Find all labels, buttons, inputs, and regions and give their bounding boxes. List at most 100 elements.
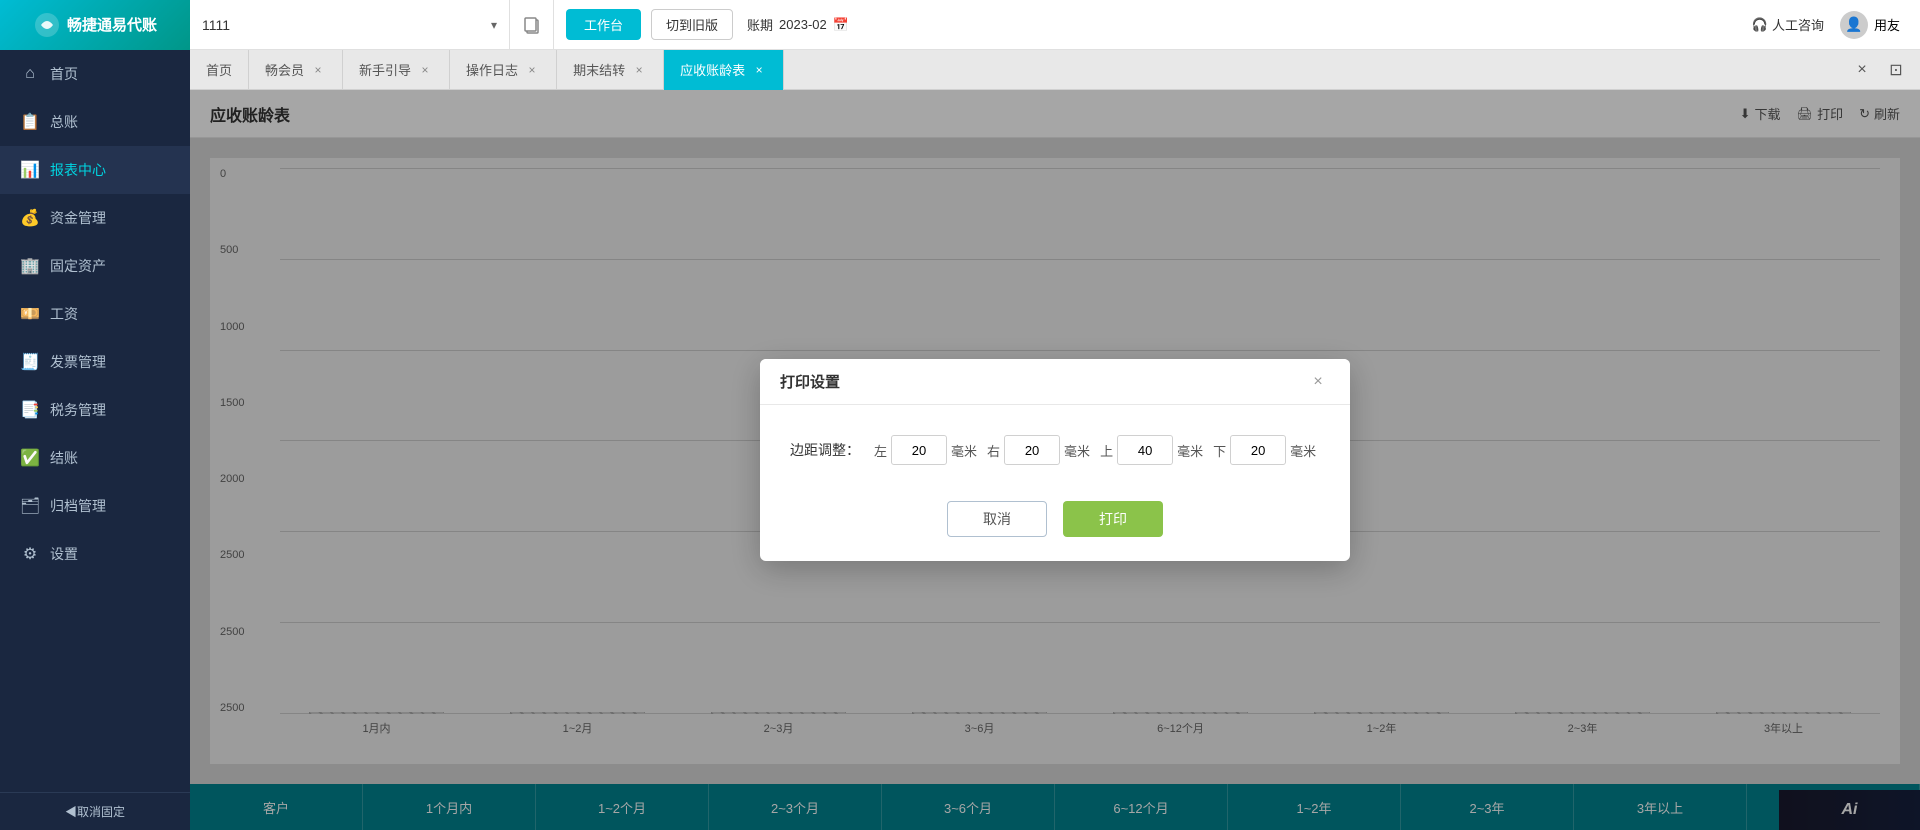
margin-top-group: 上 毫米 xyxy=(1100,435,1203,465)
sidebar-item-archive[interactable]: 🗂 归档管理 xyxy=(0,482,190,530)
headset-icon: 🎧 xyxy=(1752,17,1768,33)
app-name: 畅捷通易代账 xyxy=(67,14,157,35)
page-content: 应收账龄表 ⬇ 下载 🖨 打印 ↻ 刷新 xyxy=(190,90,1920,830)
left-margin-input[interactable] xyxy=(891,435,947,465)
top-unit: 毫米 xyxy=(1177,441,1203,460)
tab-yearend-close[interactable]: × xyxy=(631,62,647,78)
sidebar-item-label: 结账 xyxy=(50,448,78,468)
finance-icon: 💰 xyxy=(20,208,40,228)
tab-log-label: 操作日志 xyxy=(466,60,518,79)
bottom-label: 下 xyxy=(1213,441,1226,460)
sidebar-item-label: 固定资产 xyxy=(50,256,106,276)
tab-home-label: 首页 xyxy=(206,60,232,79)
top-margin-input[interactable] xyxy=(1117,435,1173,465)
bottom-margin-input[interactable] xyxy=(1230,435,1286,465)
modal-body: 边距调整： 左 毫米 右 毫米 xyxy=(760,405,1350,485)
home-icon: ⌂ xyxy=(20,65,40,83)
sidebar-item-label: 资金管理 xyxy=(50,208,106,228)
bottom-unit: 毫米 xyxy=(1290,441,1316,460)
print-confirm-button[interactable]: 打印 xyxy=(1063,501,1163,537)
left-unit: 毫米 xyxy=(951,441,977,460)
company-name: 1111 xyxy=(202,17,483,33)
archive-icon: 🗂 xyxy=(20,496,40,516)
tab-member[interactable]: 畅会员 × xyxy=(249,50,343,90)
tab-aging-label: 应收账龄表 xyxy=(680,60,745,79)
sidebar-item-home[interactable]: ⌂ 首页 xyxy=(0,50,190,98)
sidebar-item-label: 报表中心 xyxy=(50,160,106,180)
main-layout: ⌂ 首页 📋 总账 📊 报表中心 💰 资金管理 🏢 固定资产 💴 工资 xyxy=(0,50,1920,830)
sidebar-item-settings[interactable]: ⚙ 设置 xyxy=(0,530,190,578)
tabs-actions: × ⊡ xyxy=(1846,54,1920,86)
chevron-down-icon: ▾ xyxy=(491,18,497,32)
sidebar-item-finance[interactable]: 💰 资金管理 xyxy=(0,194,190,242)
tab-log-close[interactable]: × xyxy=(524,62,540,78)
copy-icon[interactable] xyxy=(510,0,554,50)
sidebar-item-label: 归档管理 xyxy=(50,496,106,516)
margin-bottom-group: 下 毫米 xyxy=(1213,435,1316,465)
tab-guide[interactable]: 新手引导 × xyxy=(343,50,450,90)
tab-yearend[interactable]: 期末结转 × xyxy=(557,50,664,90)
workbench-button[interactable]: 工作台 xyxy=(566,9,641,40)
sidebar-collapse-button[interactable]: ◀取消固定 xyxy=(0,792,190,830)
consult-button[interactable]: 🎧 人工咨询 xyxy=(1752,15,1824,34)
tab-aging[interactable]: 应收账龄表 × xyxy=(664,50,784,90)
company-selector[interactable]: 1111 ▾ xyxy=(190,0,510,50)
right-margin-input[interactable] xyxy=(1004,435,1060,465)
sidebar-item-assets[interactable]: 🏢 固定资产 xyxy=(0,242,190,290)
period-label: 账期 xyxy=(747,15,773,34)
modal-close-button[interactable]: × xyxy=(1306,370,1330,394)
period-info: 账期 2023-02 📅 xyxy=(747,15,849,34)
logo: 畅捷通易代账 xyxy=(0,0,190,50)
tab-guide-label: 新手引导 xyxy=(359,60,411,79)
sidebar-item-ledger[interactable]: 📋 总账 xyxy=(0,98,190,146)
tab-expand-button[interactable]: ⊡ xyxy=(1880,54,1912,86)
invoice-icon: 🧾 xyxy=(20,352,40,372)
sidebar-item-tax[interactable]: 📑 税务管理 xyxy=(0,386,190,434)
avatar: 👤 xyxy=(1840,11,1868,39)
right-label: 右 xyxy=(987,441,1000,460)
header-right: 🎧 人工咨询 👤 用友 xyxy=(1752,11,1920,39)
period-value: 2023-02 xyxy=(779,17,827,32)
modal-header: 打印设置 × xyxy=(760,359,1350,405)
margin-left-group: 左 毫米 xyxy=(874,435,977,465)
settings-icon: ⚙ xyxy=(20,544,40,564)
logo-icon xyxy=(33,11,61,39)
tab-close-all-button[interactable]: × xyxy=(1846,54,1878,86)
calendar-icon[interactable]: 📅 xyxy=(833,17,849,33)
sidebar-item-invoice[interactable]: 🧾 发票管理 xyxy=(0,338,190,386)
sidebar-scroll: ⌂ 首页 📋 总账 📊 报表中心 💰 资金管理 🏢 固定资产 💴 工资 xyxy=(0,50,190,792)
right-unit: 毫米 xyxy=(1064,441,1090,460)
tabs-bar: 首页 畅会员 × 新手引导 × 操作日志 × 期末结转 × 应收账龄表 × xyxy=(190,50,1920,90)
header: 畅捷通易代账 1111 ▾ 工作台 切到旧版 账期 2023-02 📅 🎧 人工… xyxy=(0,0,1920,50)
user-info[interactable]: 👤 用友 xyxy=(1840,11,1900,39)
collapse-label: ◀取消固定 xyxy=(65,803,125,820)
cancel-button[interactable]: 取消 xyxy=(947,501,1047,537)
modal-overlay: 打印设置 × 边距调整： 左 毫米 右 xyxy=(190,90,1920,830)
tab-member-close[interactable]: × xyxy=(310,62,326,78)
margin-label: 边距调整： xyxy=(790,440,860,460)
sidebar-item-report[interactable]: 📊 报表中心 xyxy=(0,146,190,194)
ledger-icon: 📋 xyxy=(20,112,40,132)
sidebar-item-label: 设置 xyxy=(50,544,78,564)
tab-yearend-label: 期末结转 xyxy=(573,60,625,79)
sidebar-item-settle[interactable]: ✅ 结账 xyxy=(0,434,190,482)
consult-label: 人工咨询 xyxy=(1772,15,1824,34)
user-label: 用友 xyxy=(1874,15,1900,34)
tab-home[interactable]: 首页 xyxy=(190,50,249,90)
tab-guide-close[interactable]: × xyxy=(417,62,433,78)
assets-icon: 🏢 xyxy=(20,256,40,276)
tab-log[interactable]: 操作日志 × xyxy=(450,50,557,90)
tab-member-label: 畅会员 xyxy=(265,60,304,79)
tab-aging-close[interactable]: × xyxy=(751,62,767,78)
sidebar-item-label: 首页 xyxy=(50,64,78,84)
top-label: 上 xyxy=(1100,441,1113,460)
sidebar-item-label: 税务管理 xyxy=(50,400,106,420)
sidebar-item-label: 发票管理 xyxy=(50,352,106,372)
switch-old-button[interactable]: 切到旧版 xyxy=(651,9,733,40)
report-icon: 📊 xyxy=(20,160,40,180)
salary-icon: 💴 xyxy=(20,304,40,324)
sidebar-item-label: 总账 xyxy=(50,112,78,132)
sidebar-item-salary[interactable]: 💴 工资 xyxy=(0,290,190,338)
modal-title: 打印设置 xyxy=(780,371,840,392)
margin-right-group: 右 毫米 xyxy=(987,435,1090,465)
